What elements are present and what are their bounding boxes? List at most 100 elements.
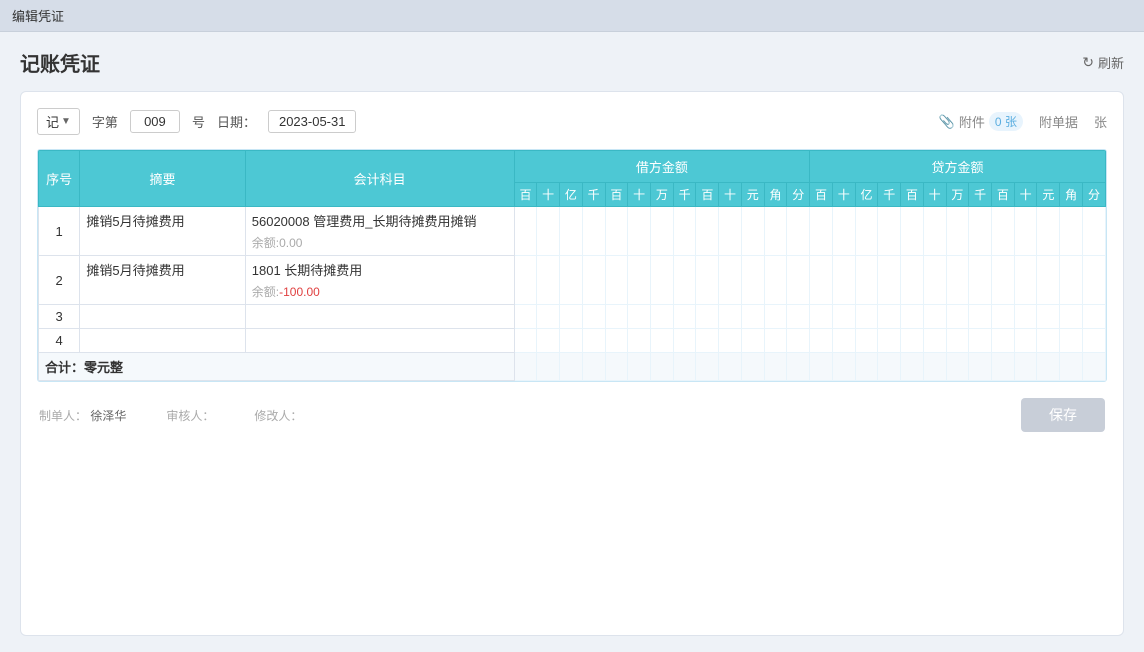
debit-digit-cell[interactable] [673,207,696,256]
credit-digit-cell[interactable] [1060,256,1083,305]
debit-digit-cell[interactable] [605,329,628,353]
debit-digit-cell[interactable] [628,329,651,353]
debit-digit-cell[interactable] [719,305,742,329]
debit-digit-cell[interactable] [719,329,742,353]
credit-digit-cell[interactable] [855,305,878,329]
debit-digit-cell[interactable] [628,305,651,329]
debit-digit-cell[interactable] [560,256,583,305]
credit-digit-cell[interactable] [832,329,855,353]
credit-digit-cell[interactable] [1082,256,1105,305]
debit-digit-cell[interactable] [696,256,719,305]
voucher-type-button[interactable]: 记 ▼ [37,108,80,135]
credit-digit-cell[interactable] [810,305,833,329]
summary-cell[interactable]: 摊销5月待摊费用 [80,256,245,305]
credit-digit-cell[interactable] [1037,207,1060,256]
credit-digit-cell[interactable] [923,305,946,329]
summary-cell[interactable]: 摊销5月待摊费用 [80,207,245,256]
debit-digit-cell[interactable] [741,305,764,329]
credit-digit-cell[interactable] [946,305,969,329]
debit-digit-cell[interactable] [741,256,764,305]
debit-digit-cell[interactable] [560,329,583,353]
debit-digit-cell[interactable] [605,305,628,329]
debit-digit-cell[interactable] [764,329,787,353]
refresh-button[interactable]: ↻ 刷新 [1082,53,1124,72]
debit-digit-cell[interactable] [650,305,673,329]
debit-digit-cell[interactable] [764,305,787,329]
debit-digit-cell[interactable] [514,305,537,329]
credit-digit-cell[interactable] [946,207,969,256]
debit-digit-cell[interactable] [787,305,810,329]
credit-digit-cell[interactable] [1014,256,1037,305]
credit-digit-cell[interactable] [878,256,901,305]
debit-digit-cell[interactable] [628,256,651,305]
debit-digit-cell[interactable] [787,256,810,305]
credit-digit-cell[interactable] [810,207,833,256]
attachment-link[interactable]: 📎 附件 0 张 [939,112,1023,131]
credit-digit-cell[interactable] [878,329,901,353]
debit-digit-cell[interactable] [650,329,673,353]
debit-digit-cell[interactable] [719,256,742,305]
debit-digit-cell[interactable] [787,329,810,353]
debit-digit-cell[interactable] [696,207,719,256]
credit-digit-cell[interactable] [992,305,1015,329]
debit-digit-cell[interactable] [741,207,764,256]
debit-digit-cell[interactable] [628,207,651,256]
debit-digit-cell[interactable] [605,207,628,256]
credit-digit-cell[interactable] [1037,329,1060,353]
credit-digit-cell[interactable] [810,256,833,305]
credit-digit-cell[interactable] [992,329,1015,353]
debit-digit-cell[interactable] [650,207,673,256]
credit-digit-cell[interactable] [832,207,855,256]
debit-digit-cell[interactable] [719,207,742,256]
summary-cell[interactable] [80,305,245,329]
debit-digit-cell[interactable] [537,256,560,305]
credit-digit-cell[interactable] [855,207,878,256]
debit-digit-cell[interactable] [514,329,537,353]
debit-digit-cell[interactable] [696,305,719,329]
credit-digit-cell[interactable] [1014,207,1037,256]
debit-digit-cell[interactable] [514,207,537,256]
debit-digit-cell[interactable] [605,256,628,305]
debit-digit-cell[interactable] [650,256,673,305]
credit-digit-cell[interactable] [1060,305,1083,329]
account-cell[interactable] [245,329,514,353]
credit-digit-cell[interactable] [1037,305,1060,329]
summary-cell[interactable] [80,329,245,353]
account-cell[interactable]: 1801 长期待摊费用余额:-100.00 [245,256,514,305]
credit-digit-cell[interactable] [946,256,969,305]
credit-digit-cell[interactable] [1037,256,1060,305]
debit-digit-cell[interactable] [696,329,719,353]
credit-digit-cell[interactable] [1082,207,1105,256]
debit-digit-cell[interactable] [673,256,696,305]
credit-digit-cell[interactable] [923,329,946,353]
debit-digit-cell[interactable] [764,256,787,305]
credit-digit-cell[interactable] [969,207,992,256]
credit-digit-cell[interactable] [855,329,878,353]
credit-digit-cell[interactable] [901,305,924,329]
credit-digit-cell[interactable] [923,256,946,305]
debit-digit-cell[interactable] [537,329,560,353]
debit-digit-cell[interactable] [582,329,605,353]
credit-digit-cell[interactable] [1082,305,1105,329]
credit-digit-cell[interactable] [1014,329,1037,353]
save-button[interactable]: 保存 [1021,398,1105,432]
debit-digit-cell[interactable] [741,329,764,353]
credit-digit-cell[interactable] [969,256,992,305]
credit-digit-cell[interactable] [901,207,924,256]
credit-digit-cell[interactable] [969,329,992,353]
voucher-number-field[interactable]: 009 [130,110,180,133]
debit-digit-cell[interactable] [560,207,583,256]
credit-digit-cell[interactable] [878,305,901,329]
credit-digit-cell[interactable] [1014,305,1037,329]
credit-digit-cell[interactable] [832,305,855,329]
debit-digit-cell[interactable] [537,207,560,256]
debit-digit-cell[interactable] [582,256,605,305]
credit-digit-cell[interactable] [832,256,855,305]
credit-digit-cell[interactable] [810,329,833,353]
credit-digit-cell[interactable] [969,305,992,329]
date-field[interactable]: 2023-05-31 [268,110,357,133]
credit-digit-cell[interactable] [855,256,878,305]
credit-digit-cell[interactable] [901,329,924,353]
credit-digit-cell[interactable] [923,207,946,256]
debit-digit-cell[interactable] [582,305,605,329]
